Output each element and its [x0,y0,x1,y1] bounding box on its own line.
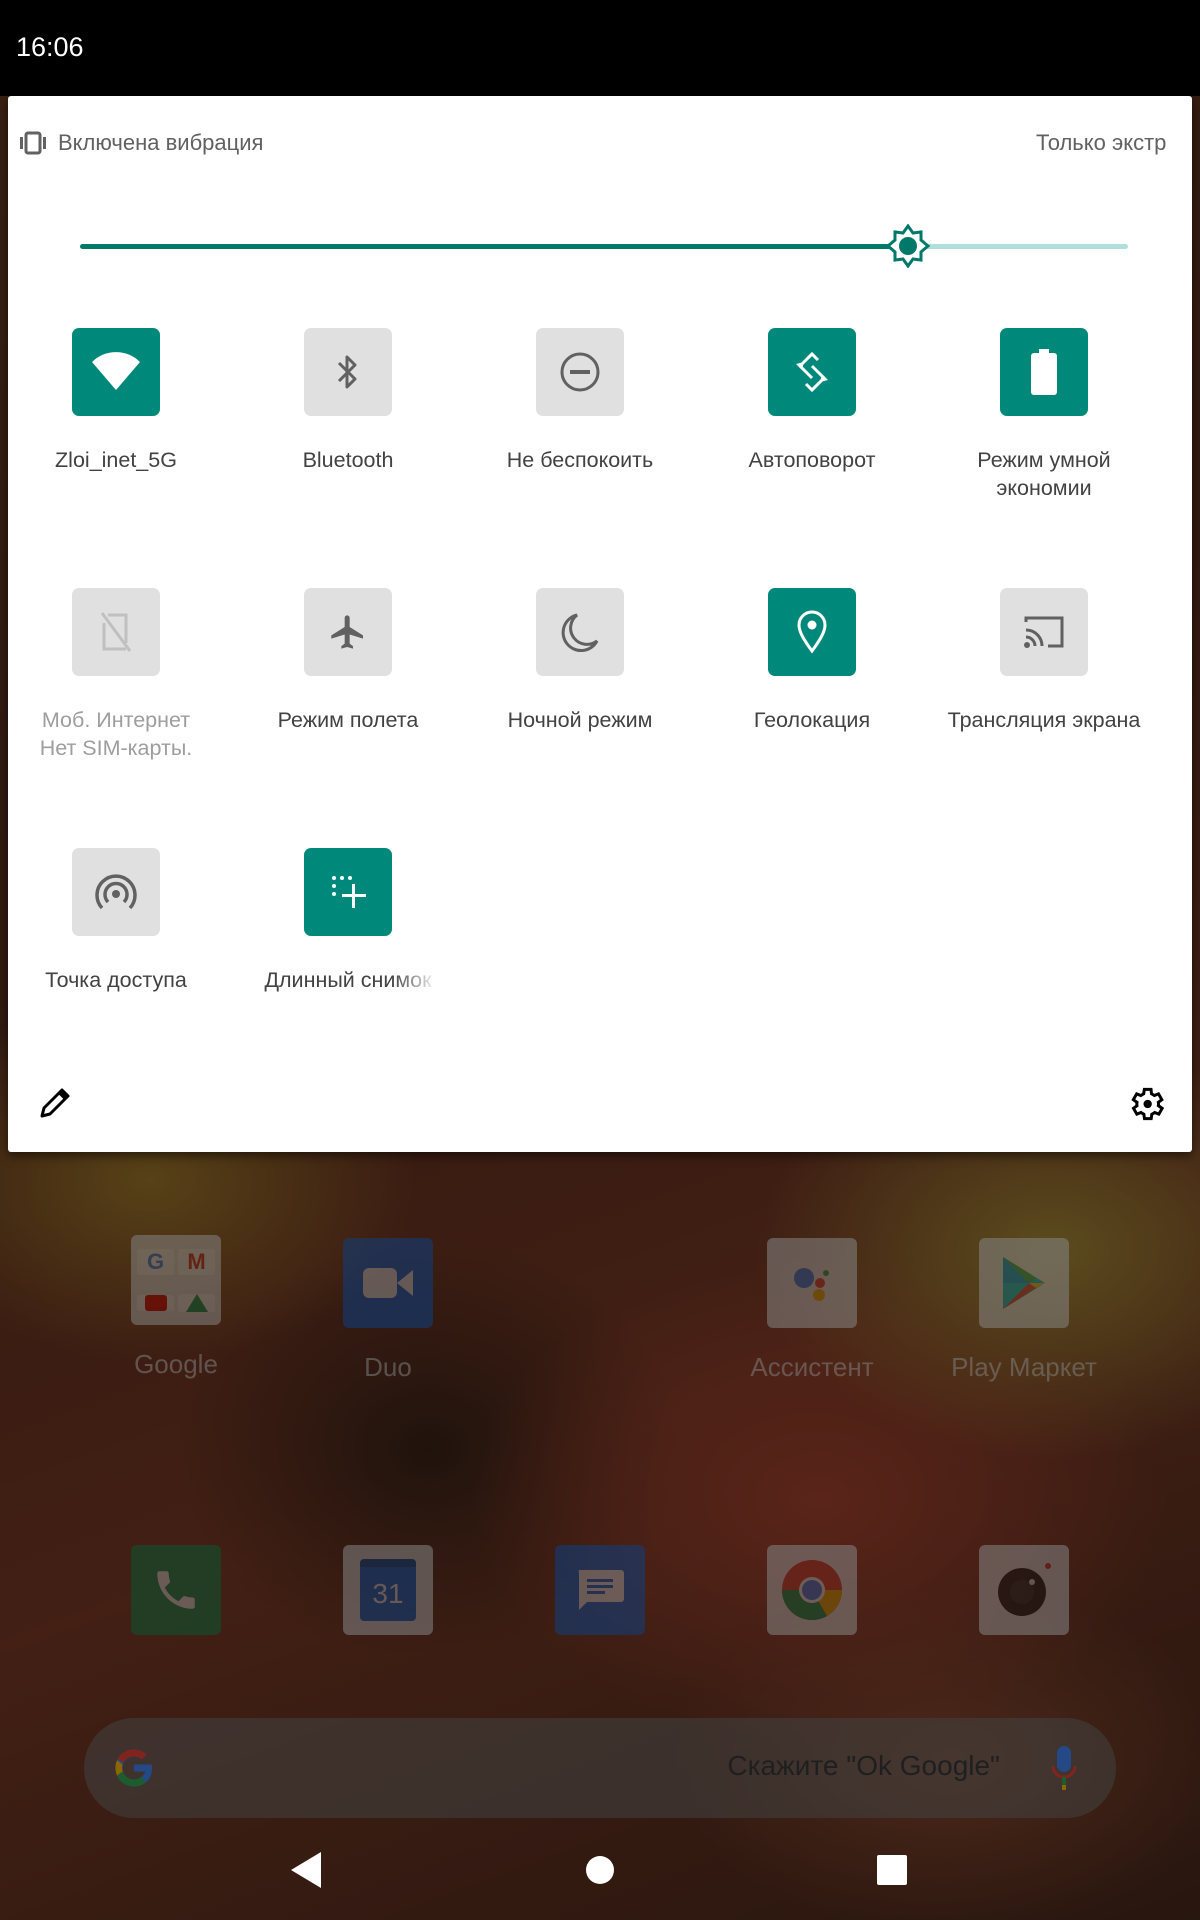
mobile-data-tile-button[interactable] [72,588,160,676]
tile-label: Трансляция экрана [947,708,1141,732]
tile-night-mode[interactable]: Ночной режим [464,588,696,734]
tile-label: Режим умной экономии [977,448,1111,500]
tile-label: Режим полета [277,708,419,732]
tile-label: Не беспокоить [506,448,654,472]
tile-auto-rotate[interactable]: Автоповорот [696,328,928,474]
gear-icon[interactable] [1126,1084,1166,1124]
wifi-icon [92,352,140,390]
status-bar: 16:06 [0,0,1200,96]
tile-cast[interactable]: Трансляция экрана [928,588,1160,734]
brightness-slider[interactable] [80,224,1128,268]
airplane-tile-button[interactable] [304,588,392,676]
hotspot-icon [95,874,137,910]
brightness-thumb-icon[interactable] [886,224,930,268]
back-icon [291,1852,321,1888]
tile-mobile-data[interactable]: Моб. Интернет Нет SIM-карты. [0,588,232,762]
tile-label: Точка доступа [45,968,187,992]
tile-label: Zloi_inet_5G [55,448,177,472]
clock: 16:06 [16,32,84,62]
cast-icon [1024,616,1064,648]
tile-label: Автоповорот [748,448,876,472]
nav-home-button[interactable] [570,1840,630,1900]
night-mode-icon [561,613,599,652]
tile-sublabel: Нет SIM-карты. [39,736,193,760]
ringer-status[interactable]: Включена вибрация [18,130,263,156]
tile-bluetooth[interactable]: Bluetooth [232,328,464,474]
recents-icon [877,1855,907,1885]
brightness-track-empty [908,244,1128,249]
location-tile-button[interactable] [768,588,856,676]
tile-long-screenshot[interactable]: Длинный снимок [232,848,464,994]
quick-settings-panel: Включена вибрация Только экстр Zloi_inet… [8,96,1192,1152]
home-icon [586,1856,614,1884]
do-not-disturb-icon [560,352,600,392]
tile-wifi[interactable]: Zloi_inet_5G [0,328,232,474]
long-screenshot-tile-button[interactable] [304,848,392,936]
tile-label: Bluetooth [302,448,394,472]
ringer-status-label: Включена вибрация [58,130,264,155]
nav-back-button[interactable] [276,1840,336,1900]
bluetooth-tile-button[interactable] [304,328,392,416]
pencil-icon[interactable] [38,1086,72,1120]
location-icon [797,610,827,654]
tile-location[interactable]: Геолокация [696,588,928,734]
airplane-icon [331,615,363,649]
hotspot-tile-button[interactable] [72,848,160,936]
brightness-track-filled [80,244,908,249]
bluetooth-icon [337,355,357,389]
long-screenshot-icon [332,876,366,908]
wifi-tile-button[interactable] [72,328,160,416]
dnd-tile-button[interactable] [536,328,624,416]
tile-label: Ночной режим [507,708,653,732]
no-sim-icon [100,612,132,652]
vibrate-icon [20,131,46,155]
tile-do-not-disturb[interactable]: Не беспокоить [464,328,696,474]
tile-label: Геолокация [753,708,871,732]
dnd-status[interactable]: Только экстр [1036,130,1192,156]
tile-battery-saver[interactable]: Режим умной экономии [928,328,1160,502]
tile-label: Моб. Интернет [41,708,191,732]
night-mode-tile-button[interactable] [536,588,624,676]
battery-saver-tile-button[interactable] [1000,328,1088,416]
tile-airplane-mode[interactable]: Режим полета [232,588,464,734]
tile-label: Длинный снимок [264,968,432,992]
auto-rotate-tile-button[interactable] [768,328,856,416]
battery-saver-icon [1031,349,1057,395]
auto-rotate-icon [796,351,828,393]
tile-hotspot[interactable]: Точка доступа [0,848,232,994]
cast-tile-button[interactable] [1000,588,1088,676]
nav-recents-button[interactable] [862,1840,922,1900]
